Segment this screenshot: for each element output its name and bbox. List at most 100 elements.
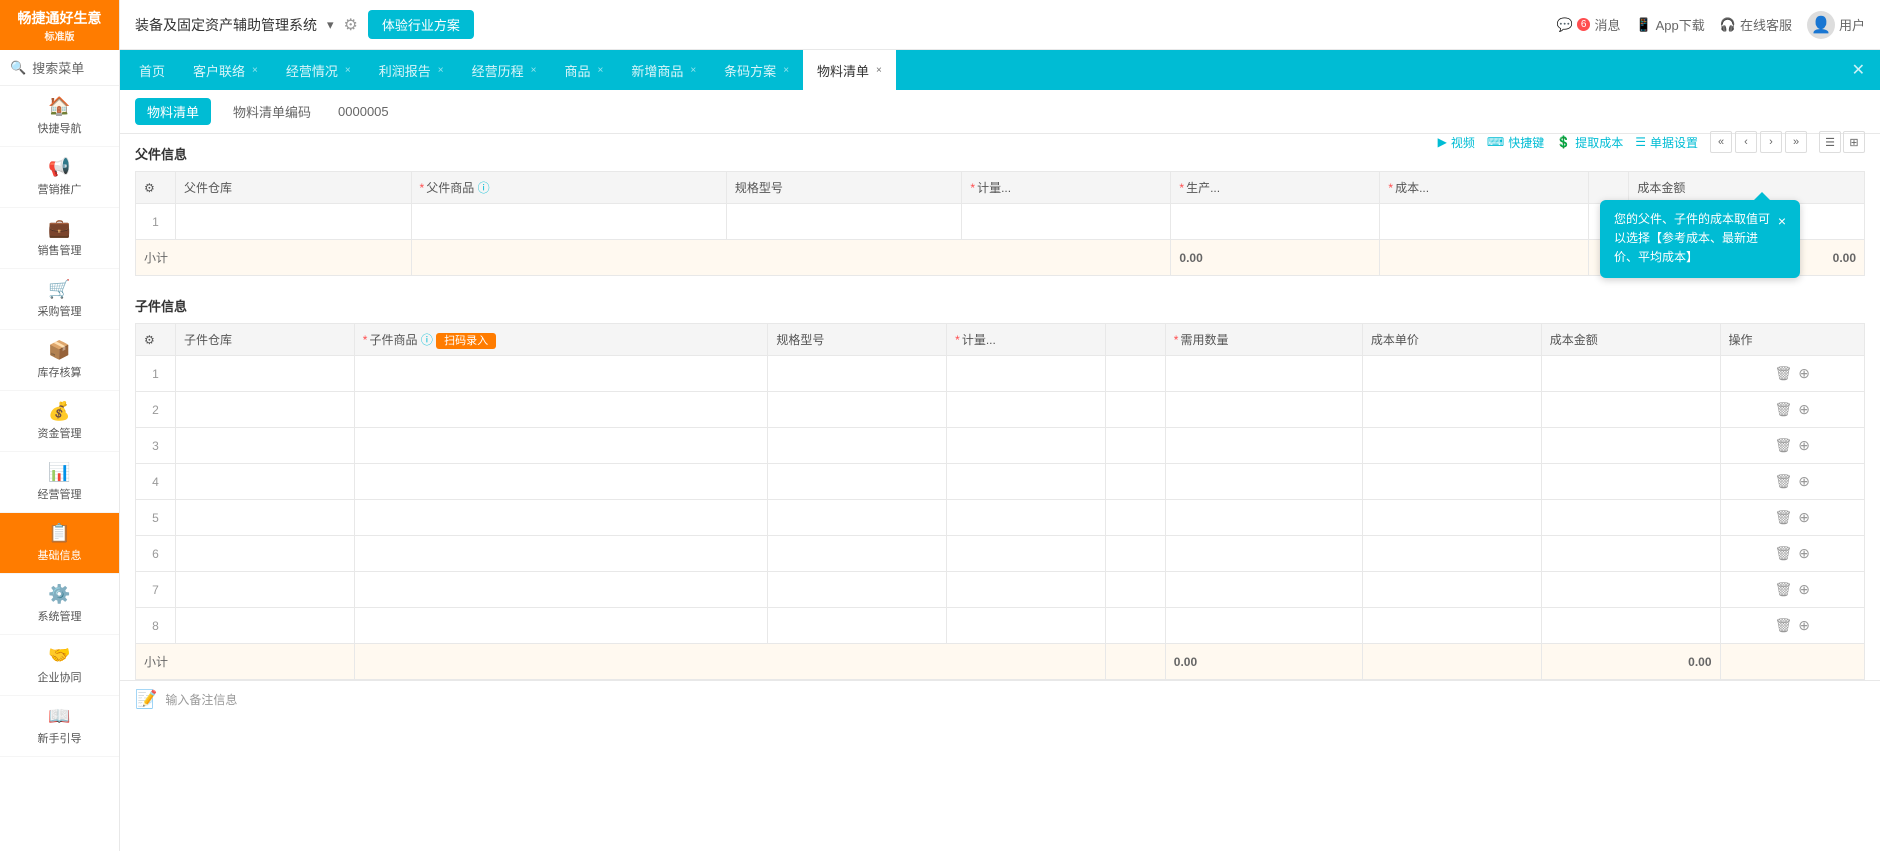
delete-icon[interactable]: 🗑 [1775,509,1793,526]
child-spec-1[interactable] [768,356,947,392]
scan-button[interactable]: 扫码录入 [436,333,496,349]
system-dropdown[interactable]: ▾ [327,17,334,33]
child-unit-cost-1[interactable] [1362,356,1541,392]
child-warehouse-2[interactable] [176,392,355,428]
parent-unit-cell[interactable] [962,204,1171,240]
child-quantity-2[interactable] [1165,392,1362,428]
message-button[interactable]: 💬 6 消息 [1557,15,1621,34]
trial-button[interactable]: 体验行业方案 [368,10,474,39]
delete-icon[interactable]: 🗑 [1775,401,1793,418]
app-logo: 畅捷通好生意 标准版 [0,0,119,50]
delete-icon[interactable]: 🗑 [1775,437,1793,454]
sidebar-item-finance[interactable]: 💰 资金管理 [0,391,119,452]
app-download-button[interactable]: 📱 App下载 [1635,15,1704,34]
sidebar-item-inventory[interactable]: 📦 库存核算 [0,330,119,391]
tab-operations-history[interactable]: 经营历程 × [458,50,551,90]
child-subtotal-quantity: 0.00 [1165,644,1362,680]
tab-home[interactable]: 首页 [125,50,179,90]
settings-gear-icon[interactable]: ⚙ [344,15,358,35]
child-unit-cost-2[interactable] [1362,392,1541,428]
delete-icon[interactable]: 🗑 [1775,365,1793,382]
parent-goods-cell[interactable] [411,204,726,240]
child-unit-cost-3[interactable] [1362,428,1541,464]
parent-production-cell[interactable] [1171,204,1380,240]
online-service-button[interactable]: 🎧 在线客服 [1720,15,1792,34]
sidebar-item-enterprise[interactable]: 🤝 企业协同 [0,635,119,696]
sidebar-item-marketing[interactable]: 📢 营销推广 [0,147,119,208]
nav-first-button[interactable]: « [1710,131,1732,153]
tab-bom-close[interactable]: × [876,65,882,76]
tab-operations-history-close[interactable]: × [531,65,537,76]
copy-icon[interactable]: ⊕ [1798,509,1810,526]
sidebar-item-purchase[interactable]: 🛒 采购管理 [0,269,119,330]
child-warehouse-3[interactable] [176,428,355,464]
sidebar-item-guide[interactable]: 📖 新手引导 [0,696,119,757]
child-goods-2[interactable] [354,392,768,428]
sidebar-item-system[interactable]: ⚙️ 系统管理 [0,574,119,635]
tab-goods-close[interactable]: × [597,65,603,76]
tooltip-close-button[interactable]: × [1778,210,1786,232]
shortcut-button[interactable]: ⌨ 快捷键 [1487,134,1544,151]
tab-bom[interactable]: 物料清单 × [803,50,896,90]
child-goods-3[interactable] [354,428,768,464]
parent-warehouse-cell[interactable] [176,204,412,240]
list-view-button[interactable]: ☰ [1819,131,1841,153]
grid-view-button[interactable]: ⊞ [1843,131,1865,153]
quick-nav-icon: 🏠 [48,96,70,117]
subtab-bom-list[interactable]: 物料清单 [135,98,211,125]
tab-profit-report-close[interactable]: × [438,65,444,76]
note-placeholder[interactable]: 输入备注信息 [165,691,237,708]
sidebar-item-sales[interactable]: 💼 销售管理 [0,208,119,269]
tab-goods[interactable]: 商品 × [550,50,617,90]
sidebar-item-operations[interactable]: 📊 经营管理 [0,452,119,513]
delete-icon[interactable]: 🗑 [1775,473,1793,490]
single-settings-button[interactable]: ☰ 单据设置 [1635,134,1698,151]
copy-icon[interactable]: ⊕ [1798,401,1810,418]
copy-icon[interactable]: ⊕ [1798,617,1810,634]
nav-prev-button[interactable]: ‹ [1735,131,1757,153]
child-spec-2[interactable] [768,392,947,428]
operations-icon: 📊 [48,462,70,483]
delete-icon[interactable]: 🗑 [1775,617,1793,634]
copy-icon[interactable]: ⊕ [1798,365,1810,382]
child-quantity-3[interactable] [1165,428,1362,464]
child-unit-3[interactable] [947,428,1106,464]
child-unit-1[interactable] [947,356,1106,392]
view-video-button[interactable]: ▶ 视频 [1438,134,1475,151]
tab-barcode-close[interactable]: × [783,65,789,76]
nav-last-button[interactable]: » [1785,131,1807,153]
parent-cost-cell[interactable] [1380,204,1589,240]
delete-icon[interactable]: 🗑 [1775,545,1793,562]
sidebar-item-quick-nav[interactable]: 🏠 快捷导航 [0,86,119,147]
copy-icon[interactable]: ⊕ [1798,545,1810,562]
table-row: 1 🗑 ⊕ [136,356,1865,392]
user-button[interactable]: 👤 用户 [1807,11,1865,39]
child-quantity-1[interactable] [1165,356,1362,392]
parent-spec-cell[interactable] [726,204,962,240]
copy-icon[interactable]: ⊕ [1798,473,1810,490]
tab-operations-status[interactable]: 经营情况 × [272,50,365,90]
extract-cost-button[interactable]: 💲 提取成本 [1556,134,1623,151]
tab-operations-status-close[interactable]: × [345,65,351,76]
child-spec-3[interactable] [768,428,947,464]
nav-next-button[interactable]: › [1760,131,1782,153]
tab-customer[interactable]: 客户联络 × [179,50,272,90]
tab-add-goods-close[interactable]: × [690,65,696,76]
sidebar-item-basic-info[interactable]: 📋 基础信息 [0,513,119,574]
copy-icon[interactable]: ⊕ [1798,437,1810,454]
marketing-icon: 📢 [48,157,70,178]
child-ops-1: 🗑 ⊕ [1720,356,1864,392]
child-warehouse-1[interactable] [176,356,355,392]
tab-add-goods[interactable]: 新增商品 × [617,50,710,90]
child-goods-1[interactable] [354,356,768,392]
child-col-settings[interactable]: ⚙ [136,324,176,356]
delete-icon[interactable]: 🗑 [1775,581,1793,598]
close-all-tabs-button[interactable]: ✕ [1842,60,1875,80]
child-unit-2[interactable] [947,392,1106,428]
tab-barcode[interactable]: 条码方案 × [710,50,803,90]
parent-col-settings[interactable]: ⚙ [136,172,176,204]
copy-icon[interactable]: ⊕ [1798,581,1810,598]
sidebar-search[interactable]: 🔍 搜索菜单 [0,50,119,86]
tab-profit-report[interactable]: 利润报告 × [365,50,458,90]
tab-customer-close[interactable]: × [252,65,258,76]
